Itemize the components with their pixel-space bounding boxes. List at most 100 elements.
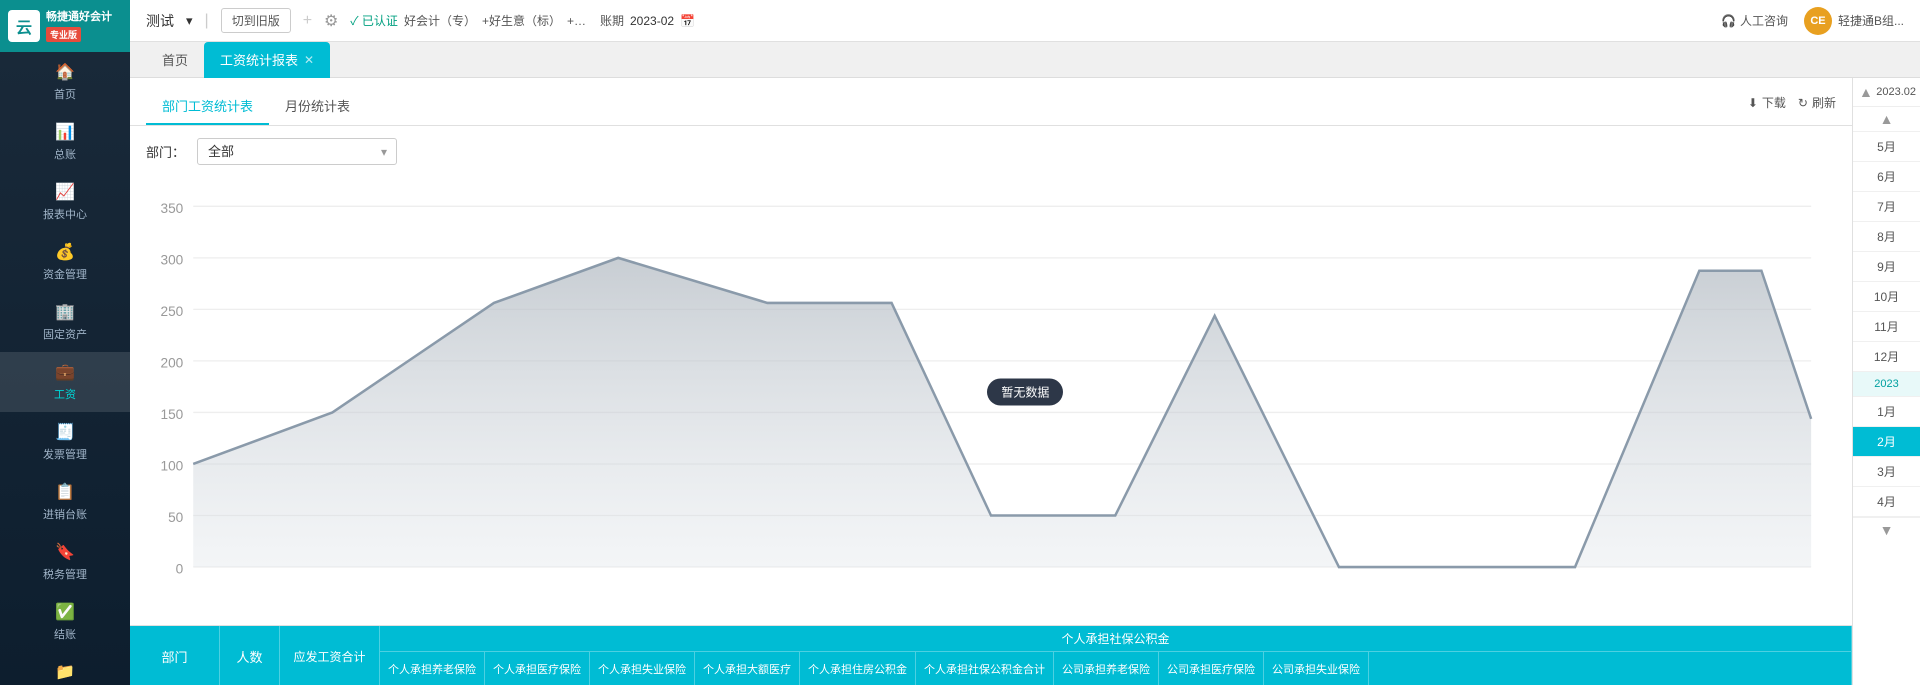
main-content: 测试 ▾ | 切到旧版 + ⚙ ✓ 已认证 好会计（专） +好生意（标） +… …	[130, 0, 1920, 685]
sidebar-item-invoice[interactable]: 🧾 发票管理	[0, 412, 130, 472]
date-item-sep[interactable]: 9月	[1853, 252, 1920, 282]
filter-dept-label: 部门：	[146, 142, 185, 161]
table-section: 部门 人数 应发工资合计 个人承担社保公积金 个人承担养老保险 个人承担医疗保险…	[130, 625, 1852, 685]
date-panel-header: ▲ 2023.02	[1853, 78, 1920, 107]
sub-tab-dept-label: 部门工资统计表	[162, 99, 253, 114]
date-item-apr[interactable]: 4月	[1853, 487, 1920, 517]
th-dept: 部门	[130, 626, 220, 685]
sub-tab-monthly[interactable]: 月份统计表	[269, 88, 366, 125]
close-book-icon: ✅	[55, 602, 75, 622]
sidebar: 云 畅捷通好会计 专业版 🏠 首页 📊 总账 📈 报表中心 💰 资金管理 🏢 固…	[0, 0, 130, 685]
table-header: 部门 人数 应发工资合计 个人承担社保公积金 个人承担养老保险 个人承担医疗保险…	[130, 626, 1852, 685]
sidebar-item-salary[interactable]: 💼 工资	[0, 352, 130, 412]
svg-text:150: 150	[160, 406, 183, 422]
topbar-divider: |	[205, 12, 209, 30]
chart-area: 350 300 250 200 150 100 50 0	[130, 177, 1852, 625]
svg-text:100: 100	[160, 457, 183, 473]
th-company-unemployment: 公司承担失业保险	[1264, 652, 1369, 685]
date-item-oct[interactable]: 10月	[1853, 282, 1920, 312]
th-persons: 人数	[220, 626, 280, 685]
sidebar-label-salary: 工资	[54, 386, 76, 402]
svg-text:250: 250	[160, 303, 183, 319]
download-icon: ⬇	[1748, 96, 1758, 110]
period-value: 2023-02	[630, 14, 674, 28]
tab-close-icon[interactable]: ✕	[304, 53, 314, 67]
service-label: 人工咨询	[1740, 12, 1788, 29]
period-label: 账期	[600, 12, 624, 29]
date-item-jan[interactable]: 1月	[1853, 397, 1920, 427]
sidebar-label-reports: 报表中心	[43, 206, 87, 222]
sidebar-label-sales: 进销台账	[43, 506, 87, 522]
sidebar-item-reports[interactable]: 📈 报表中心	[0, 172, 130, 232]
tab-home-label: 首页	[162, 50, 188, 69]
topbar-right: 🎧 人工咨询 CE 轻捷通B组...	[1721, 7, 1904, 35]
status-1: 好会计（专）	[404, 12, 476, 29]
date-item-may[interactable]: 5月	[1853, 132, 1920, 162]
date-item-aug[interactable]: 8月	[1853, 222, 1920, 252]
date-down-button[interactable]: ▼	[1853, 517, 1920, 542]
sidebar-item-tax[interactable]: 🔖 税务管理	[0, 532, 130, 592]
sub-tabs: 部门工资统计表 月份统计表 ⬇ 下载 ↻ 刷新	[130, 78, 1852, 126]
refresh-icon: ↻	[1798, 96, 1808, 110]
sidebar-item-sales[interactable]: 📋 进销台账	[0, 472, 130, 532]
th-group-cells: 个人承担养老保险 个人承担医疗保险 个人承担失业保险 个人承担大额医疗 个人承担…	[380, 652, 1851, 685]
no-data-tooltip: 暂无数据	[987, 379, 1063, 406]
svg-text:200: 200	[160, 354, 183, 370]
refresh-button[interactable]: ↻ 刷新	[1798, 94, 1836, 111]
sidebar-nav: 🏠 首页 📊 总账 📈 报表中心 💰 资金管理 🏢 固定资产 💼 工资 🧾 发票…	[0, 52, 130, 685]
sidebar-logo: 云 畅捷通好会计 专业版	[0, 0, 130, 52]
username-label: 轻捷通B组...	[1838, 12, 1904, 29]
date-year-2023: 2023	[1853, 372, 1920, 397]
sidebar-item-archive[interactable]: 📁 归档管理	[0, 652, 130, 685]
sidebar-label-funds: 资金管理	[43, 266, 87, 282]
user-info[interactable]: CE 轻捷通B组...	[1804, 7, 1904, 35]
tax-icon: 🔖	[55, 542, 75, 562]
tab-salary-report[interactable]: 工资统计报表 ✕	[204, 42, 330, 78]
assets-icon: 🏢	[55, 302, 75, 322]
tab-home[interactable]: 首页	[146, 42, 204, 78]
reports-icon: 📈	[55, 182, 75, 202]
date-item-dec[interactable]: 12月	[1853, 342, 1920, 372]
sidebar-item-close[interactable]: ✅ 结账	[0, 592, 130, 652]
sub-tab-monthly-label: 月份统计表	[285, 99, 350, 114]
date-item-jul[interactable]: 7月	[1853, 192, 1920, 222]
date-prev-button[interactable]: ▲	[1857, 84, 1875, 100]
switch-view-button[interactable]: 切到旧版	[221, 8, 291, 33]
date-item-nov[interactable]: 11月	[1853, 312, 1920, 342]
tabs-bar: 首页 工资统计报表 ✕	[130, 42, 1920, 78]
topbar-plus: +	[303, 12, 312, 30]
sidebar-item-assets[interactable]: 🏢 固定资产	[0, 292, 130, 352]
dept-filter-select[interactable]: 全部 销售部 财务部 行政部 技术部	[197, 138, 397, 165]
refresh-label: 刷新	[1812, 94, 1836, 111]
logo-icon: 云	[8, 10, 40, 42]
date-item-mar[interactable]: 3月	[1853, 457, 1920, 487]
no-data-text: 暂无数据	[1001, 386, 1049, 400]
sub-tab-dept[interactable]: 部门工资统计表	[146, 88, 269, 125]
th-personal-total: 个人承担社保公积金合计	[916, 652, 1054, 685]
date-up-button[interactable]: ▲	[1853, 107, 1920, 132]
th-personal-pension: 个人承担养老保险	[380, 652, 485, 685]
logo-badge: 专业版	[46, 27, 81, 42]
topbar-status-badges: ✓ 已认证 好会计（专） +好生意（标） +… 账期 2023-02 📅	[350, 12, 695, 29]
th-personal-medical: 个人承担医疗保险	[485, 652, 590, 685]
status-3: +…	[567, 14, 586, 28]
sidebar-item-ledger[interactable]: 📊 总账	[0, 112, 130, 172]
sidebar-item-home[interactable]: 🏠 首页	[0, 52, 130, 112]
headset-icon: 🎧	[1721, 14, 1736, 28]
sidebar-label-assets: 固定资产	[43, 326, 87, 342]
topbar: 测试 ▾ | 切到旧版 + ⚙ ✓ 已认证 好会计（专） +好生意（标） +… …	[130, 0, 1920, 42]
topbar-gear-icon[interactable]: ⚙	[324, 11, 338, 31]
sidebar-item-funds[interactable]: 💰 资金管理	[0, 232, 130, 292]
download-button[interactable]: ⬇ 下载	[1748, 94, 1786, 111]
topbar-dropdown[interactable]: ▾	[186, 13, 193, 29]
date-item-feb[interactable]: 2月	[1853, 427, 1920, 457]
date-item-jun[interactable]: 6月	[1853, 162, 1920, 192]
logo-text: 畅捷通好会计 专业版	[46, 10, 112, 41]
th-personal-housing: 个人承担住房公积金	[800, 652, 916, 685]
calendar-icon[interactable]: 📅	[680, 14, 695, 28]
content-area: 部门工资统计表 月份统计表 ⬇ 下载 ↻ 刷新	[130, 78, 1920, 685]
home-icon: 🏠	[55, 62, 75, 82]
th-group-personal: 个人承担社保公积金 个人承担养老保险 个人承担医疗保险 个人承担失业保险 个人承…	[380, 626, 1852, 685]
user-service-button[interactable]: 🎧 人工咨询	[1721, 12, 1788, 29]
th-company-pension: 公司承担养老保险	[1054, 652, 1159, 685]
